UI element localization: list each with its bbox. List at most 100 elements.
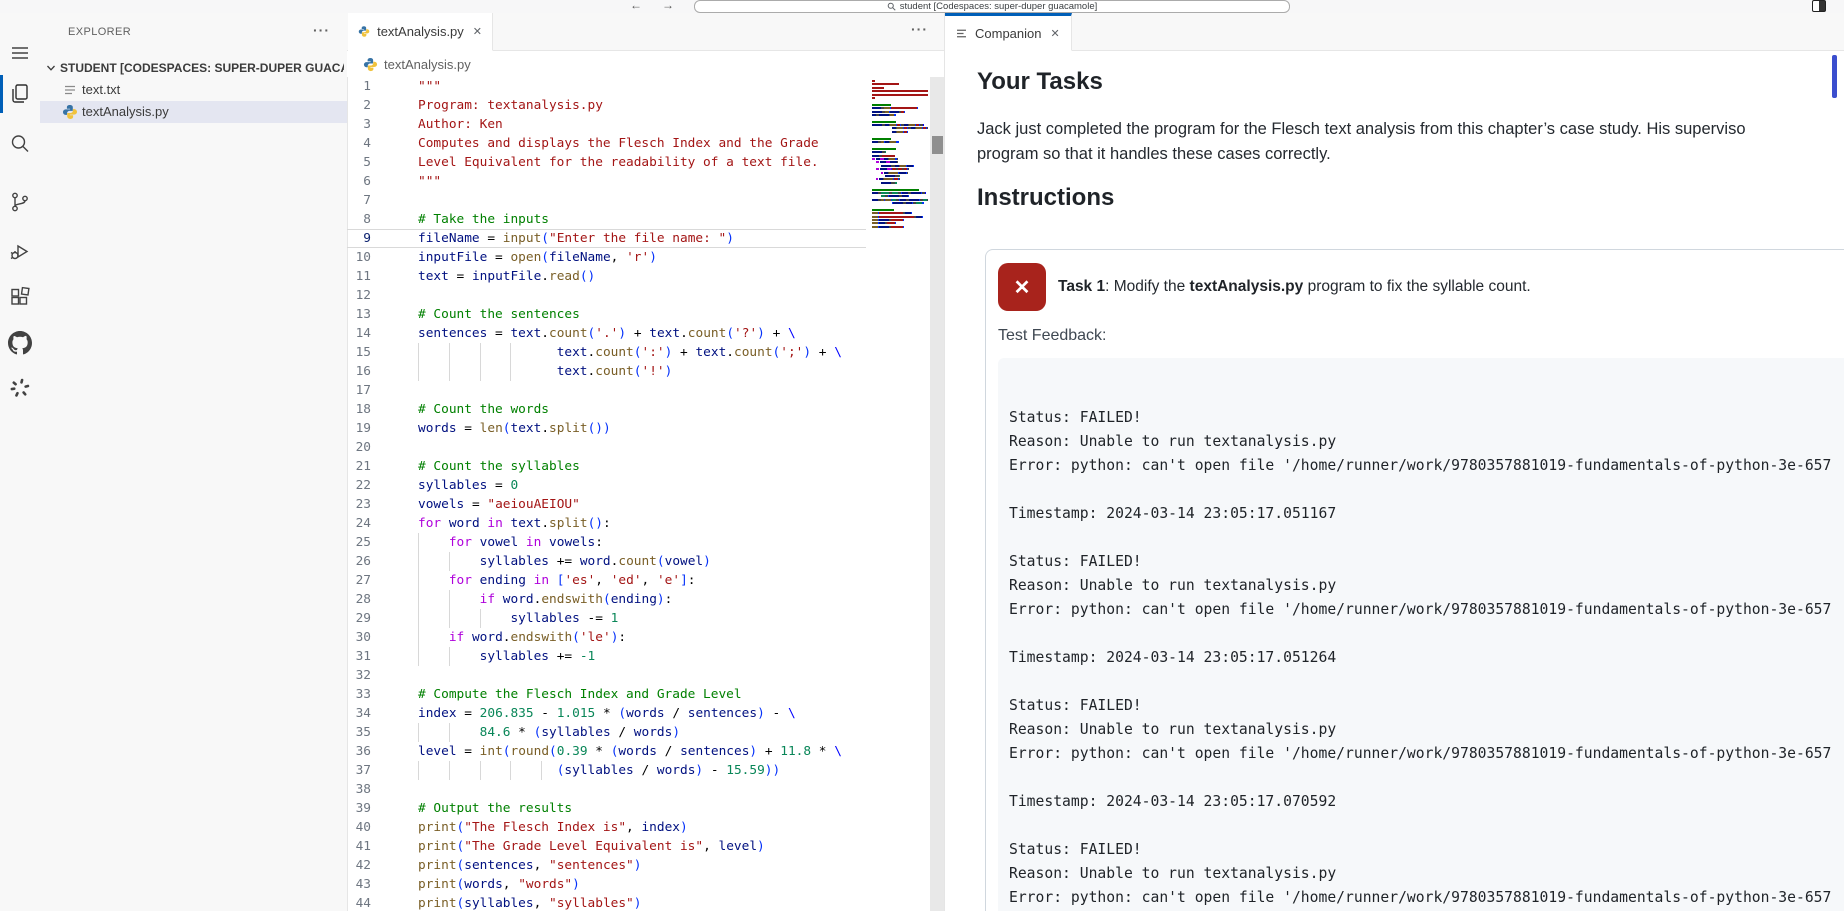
code-line[interactable]: 21# Count the syllables [347, 457, 945, 476]
code-line[interactable]: 41print("The Grade Level Equivalent is",… [347, 837, 945, 856]
code-text: print(syllables, "syllables") [418, 894, 641, 911]
python-icon [363, 57, 378, 72]
code-line[interactable]: 2Program: textanalysis.py [347, 96, 945, 115]
code-line[interactable]: 33# Compute the Flesch Index and Grade L… [347, 685, 945, 704]
line-number: 18 [347, 400, 371, 419]
code-line[interactable]: 31 syllables += -1 [347, 647, 945, 666]
line-number: 29 [347, 609, 371, 628]
task-failed-icon: ✕ [998, 263, 1046, 311]
code-text: for vowel in vowels: [418, 533, 603, 552]
code-line[interactable]: 13# Count the sentences [347, 305, 945, 324]
line-number: 9 [347, 229, 371, 248]
companion-scrollbar-thumb[interactable] [1832, 55, 1837, 98]
explorer-more-actions[interactable]: ··· [313, 22, 330, 38]
code-line[interactable]: 1""" [347, 77, 945, 96]
code-line[interactable]: 10inputFile = open(fileName, 'r') [347, 248, 945, 267]
task-label: Task 1 [1058, 278, 1105, 295]
editor-more-actions[interactable]: ··· [911, 21, 928, 37]
minimap[interactable] [872, 80, 928, 240]
code-line[interactable]: 29 syllables -= 1 [347, 609, 945, 628]
code-line[interactable]: 27 for ending in ['es', 'ed', 'e']: [347, 571, 945, 590]
tree-item-text-txt[interactable]: text.txt [40, 79, 347, 101]
address-bar[interactable]: student [Codespaces: super-duper guacamo… [694, 0, 1290, 13]
code-line[interactable]: 7 [347, 191, 945, 210]
breadcrumb[interactable]: textAnalysis.py [347, 51, 945, 77]
code-line[interactable]: 26 syllables += word.count(vowel) [347, 552, 945, 571]
tree-item-textanalysis-py[interactable]: textAnalysis.py [40, 101, 347, 123]
code-line[interactable]: 4Computes and displays the Flesch Index … [347, 134, 945, 153]
menu-icon[interactable] [8, 41, 32, 65]
browser-extension-icon[interactable] [1812, 0, 1826, 12]
code-line[interactable]: 35 84.6 * (syllables / words) [347, 723, 945, 742]
code-line[interactable]: 37 (syllables / words) - 15.59)) [347, 761, 945, 780]
extensions-icon[interactable] [8, 286, 32, 310]
browser-forward-button[interactable]: → [662, 0, 674, 12]
line-number: 33 [347, 685, 371, 704]
code-line[interactable]: 38 [347, 780, 945, 799]
code-line[interactable]: 28 if word.endswith(ending): [347, 590, 945, 609]
code-line[interactable]: 34index = 206.835 - 1.015 * (words / sen… [347, 704, 945, 723]
codespaces-icon[interactable] [8, 376, 32, 400]
tree-root-folder[interactable]: STUDENT [CODESPACES: SUPER-DUPER GUACAMO… [40, 57, 347, 79]
code-line[interactable]: 20 [347, 438, 945, 457]
line-number: 30 [347, 628, 371, 647]
code-line[interactable]: 42print(sentences, "sentences") [347, 856, 945, 875]
code-line[interactable]: 3Author: Ken [347, 115, 945, 134]
tab-label: Companion [975, 26, 1042, 41]
line-number: 10 [347, 248, 371, 267]
line-number: 23 [347, 495, 371, 514]
code-line[interactable]: 17 [347, 381, 945, 400]
code-text: print(words, "words") [418, 875, 580, 894]
code-line[interactable]: 5Level Equivalent for the readability of… [347, 153, 945, 172]
code-line[interactable]: 39# Output the results [347, 799, 945, 818]
code-line[interactable]: 14sentences = text.count('.') + text.cou… [347, 324, 945, 343]
code-line[interactable]: 9fileName = input("Enter the file name: … [347, 229, 945, 248]
scrollbar-thumb[interactable] [932, 136, 943, 154]
code-line[interactable]: 18# Count the words [347, 400, 945, 419]
close-icon[interactable]: ✕ [473, 25, 482, 38]
source-control-icon[interactable] [8, 190, 32, 214]
line-number: 4 [347, 134, 371, 153]
code-line[interactable]: 8# Take the inputs [347, 210, 945, 229]
address-text: student [Codespaces: super-duper guacamo… [900, 1, 1098, 12]
code-line[interactable]: 44print(syllables, "syllables") [347, 894, 945, 911]
code-editor[interactable]: 1"""2Program: textanalysis.py3Author: Ke… [347, 77, 945, 911]
browser-back-button[interactable]: ← [630, 0, 642, 12]
line-number: 28 [347, 590, 371, 609]
code-line[interactable]: 19words = len(text.split()) [347, 419, 945, 438]
line-number: 37 [347, 761, 371, 780]
code-text: """ [418, 172, 441, 191]
file-tree: STUDENT [CODESPACES: SUPER-DUPER GUACAMO… [40, 57, 347, 123]
code-line[interactable]: 30 if word.endswith('le'): [347, 628, 945, 647]
code-text: for ending in ['es', 'ed', 'e']: [418, 571, 696, 590]
root-folder-label: STUDENT [CODESPACES: SUPER-DUPER GUACAMO… [60, 57, 344, 79]
line-number: 13 [347, 305, 371, 324]
code-text: index = 206.835 - 1.015 * (words / sente… [418, 704, 796, 723]
line-number: 17 [347, 381, 371, 400]
code-line[interactable]: 32 [347, 666, 945, 685]
code-line[interactable]: 12 [347, 286, 945, 305]
search-view-icon[interactable] [8, 132, 32, 156]
line-number: 35 [347, 723, 371, 742]
code-line[interactable]: 24for word in text.split(): [347, 514, 945, 533]
code-line[interactable]: 16 text.count('!') [347, 362, 945, 381]
tab-textanalysis-py[interactable]: textAnalysis.py ✕ [348, 13, 493, 51]
code-text: Program: textanalysis.py [418, 96, 603, 115]
instructions-heading: Instructions [977, 184, 1114, 212]
code-line[interactable]: 43print(words, "words") [347, 875, 945, 894]
code-line[interactable]: 6""" [347, 172, 945, 191]
code-line[interactable]: 36level = int(round(0.39 * (words / sent… [347, 742, 945, 761]
run-debug-icon[interactable] [8, 239, 32, 263]
line-number: 27 [347, 571, 371, 590]
code-line[interactable]: 22syllables = 0 [347, 476, 945, 495]
code-line[interactable]: 40print("The Flesch Index is", index) [347, 818, 945, 837]
code-line[interactable]: 15 text.count(':') + text.count(';') + \ [347, 343, 945, 362]
code-line[interactable]: 23vowels = "aeiouAEIOU" [347, 495, 945, 514]
code-line[interactable]: 11text = inputFile.read() [347, 267, 945, 286]
code-line[interactable]: 25 for vowel in vowels: [347, 533, 945, 552]
close-icon[interactable]: ✕ [1051, 27, 1060, 40]
github-icon[interactable] [8, 331, 32, 355]
explorer-icon[interactable] [8, 82, 32, 106]
tab-companion[interactable]: Companion ✕ [945, 13, 1072, 51]
editor-scrollbar[interactable] [930, 77, 945, 911]
